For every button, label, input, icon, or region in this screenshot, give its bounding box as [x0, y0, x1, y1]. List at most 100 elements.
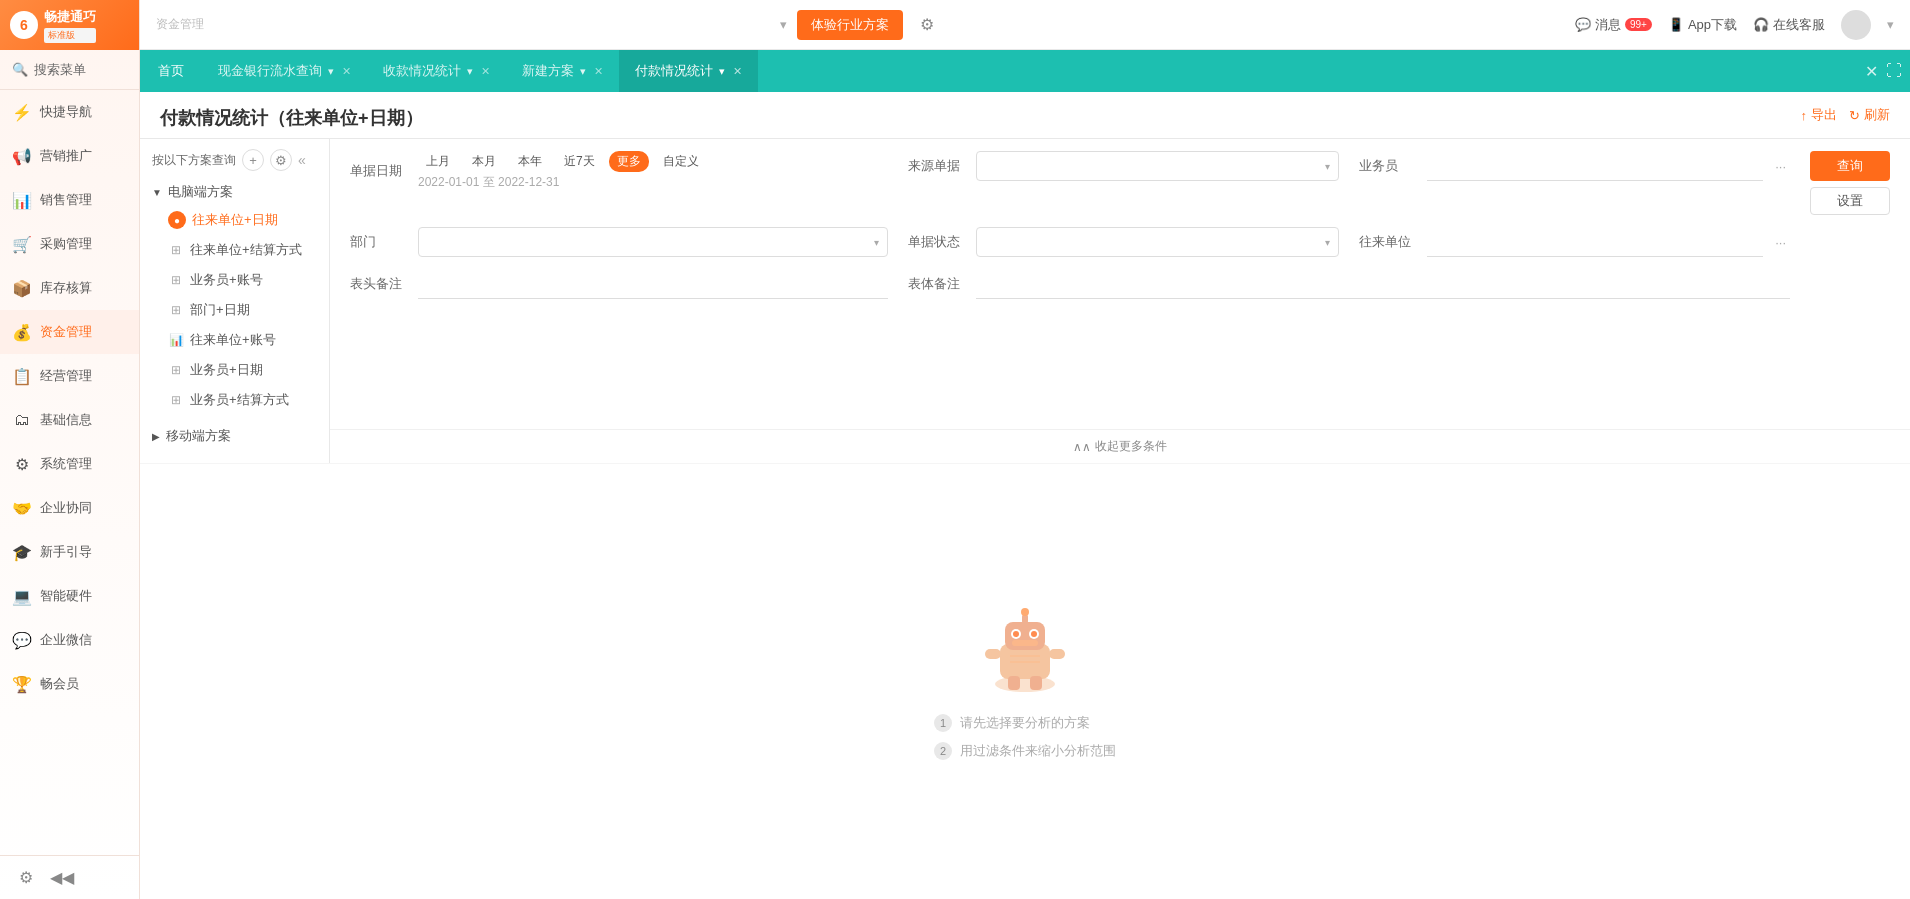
- body-note-label: 表体备注: [908, 275, 968, 293]
- tab-home[interactable]: 首页: [140, 50, 202, 92]
- sidebar-item-marketing[interactable]: 📢 营销推广: [0, 134, 139, 178]
- sidebar-item-inventory[interactable]: 📦 库存核算: [0, 266, 139, 310]
- empty-tips: 1 请先选择要分析的方案 2 用过滤条件来缩小分析范围: [934, 714, 1116, 760]
- partner-input[interactable]: [1427, 227, 1763, 257]
- sidebar-item-enterprise[interactable]: 🤝 企业协同: [0, 486, 139, 530]
- operations-icon: 📋: [12, 366, 32, 386]
- tab-dropdown-arrow[interactable]: ▾: [719, 65, 725, 78]
- date-opt-custom[interactable]: 自定义: [655, 151, 707, 172]
- scheme-item-salesman-date[interactable]: ⊞ 业务员+日期: [140, 355, 329, 385]
- edition-badge: 标准版: [44, 28, 96, 43]
- sidebar-item-label: 资金管理: [40, 323, 92, 341]
- sidebar-item-label: 库存核算: [40, 279, 92, 297]
- date-opt-this-year[interactable]: 本年: [510, 151, 550, 172]
- topbar-settings-btn[interactable]: ⚙: [913, 11, 941, 39]
- query-btn[interactable]: 查询: [1810, 151, 1890, 181]
- scheme-mobile-group-title[interactable]: ▶ 移动端方案: [140, 423, 329, 449]
- industry-btn[interactable]: 体验行业方案: [797, 10, 903, 40]
- online-service-btn[interactable]: 🎧 在线客服: [1753, 16, 1825, 34]
- messages-btn[interactable]: 💬 消息 99+: [1575, 16, 1652, 34]
- scheme-chart-icon: 📊: [168, 332, 184, 348]
- sidebar-item-label: 企业微信: [40, 631, 92, 649]
- sidebar-item-sales[interactable]: 📊 销售管理: [0, 178, 139, 222]
- sidebar-item-operations[interactable]: 📋 经营管理: [0, 354, 139, 398]
- search-menu-btn[interactable]: 🔍 搜索菜单: [0, 50, 139, 90]
- refresh-btn[interactable]: ↻ 刷新: [1849, 106, 1890, 124]
- sidebar-item-guide[interactable]: 🎓 新手引导: [0, 530, 139, 574]
- sidebar-item-hardware[interactable]: 💻 智能硬件: [0, 574, 139, 618]
- export-btn[interactable]: ↑ 导出: [1801, 106, 1838, 124]
- tab-receipts[interactable]: 收款情况统计 ▾ ✕: [367, 50, 506, 92]
- filter-form: 单据日期 上月 本月 本年 近7天 更多 自定义 20: [330, 139, 1910, 429]
- date-opt-more[interactable]: 更多: [609, 151, 649, 172]
- refresh-label: 刷新: [1864, 106, 1890, 124]
- date-opt-last-month[interactable]: 上月: [418, 151, 458, 172]
- dept-label: 部门: [350, 233, 410, 251]
- filter-row-2: 部门 ▾ 单据状态 ▾: [350, 227, 1890, 257]
- tab-new-scheme[interactable]: 新建方案 ▾ ✕: [506, 50, 619, 92]
- partner-dots-btn[interactable]: ···: [1771, 235, 1790, 250]
- status-select[interactable]: ▾: [976, 227, 1339, 257]
- tab-dropdown-arrow[interactable]: ▾: [467, 65, 473, 78]
- salesman-input[interactable]: [1427, 151, 1763, 181]
- sidebar-item-basic-info[interactable]: 🗂 基础信息: [0, 398, 139, 442]
- scheme-panel-title: 按以下方案查询: [152, 152, 236, 169]
- app-download-btn[interactable]: 📱 App下载: [1668, 16, 1737, 34]
- scheme-item-partner-settle[interactable]: ⊞ 往来单位+结算方式: [140, 235, 329, 265]
- scheme-settings-btn[interactable]: ⚙: [270, 149, 292, 171]
- date-label: 单据日期: [350, 162, 410, 180]
- tab-close-btn[interactable]: ✕: [481, 65, 490, 78]
- scheme-item-label: 业务员+结算方式: [190, 391, 289, 409]
- scheme-item-salesman-account[interactable]: ⊞ 业务员+账号: [140, 265, 329, 295]
- salesman-dots-btn[interactable]: ···: [1771, 159, 1790, 174]
- sidebar-item-membership[interactable]: 🏆 畅会员: [0, 662, 139, 706]
- content-area: 付款情况统计（往来单位+日期） ↑ 导出 ↻ 刷新 按以下方案查询 + ⚙: [140, 92, 1910, 899]
- quick-nav-icon: ⚡: [12, 102, 32, 122]
- logo-text: 畅捷通巧 标准版: [44, 8, 96, 43]
- tab-payment-stats[interactable]: 付款情况统计 ▾ ✕: [619, 50, 758, 92]
- scheme-item-salesman-settle[interactable]: ⊞ 业务员+结算方式: [140, 385, 329, 415]
- date-opt-7days[interactable]: 近7天: [556, 151, 603, 172]
- source-select[interactable]: ▾: [976, 151, 1339, 181]
- system-icon: ⚙: [12, 454, 32, 474]
- tab-dropdown-arrow[interactable]: ▾: [328, 65, 334, 78]
- svg-point-5: [1013, 631, 1019, 637]
- tab-close-btn[interactable]: ✕: [733, 65, 742, 78]
- sidebar-item-label: 畅会员: [40, 675, 79, 693]
- tabbar-right-actions: ✕ ⛶: [1865, 62, 1910, 81]
- scheme-item-dept-date[interactable]: ⊞ 部门+日期: [140, 295, 329, 325]
- main-content: 资金管理 ▾ 体验行业方案 ⚙ 💬 消息 99+ 📱 App下载 🎧 在线客服 …: [140, 0, 1910, 899]
- scheme-collapse-btn[interactable]: «: [298, 152, 306, 168]
- source-label: 来源单据: [908, 157, 968, 175]
- tab-close-btn[interactable]: ✕: [342, 65, 351, 78]
- enterprise-icon: 🤝: [12, 498, 32, 518]
- date-range: 2022-01-01 至 2022-12-31: [418, 174, 707, 191]
- sidebar-item-purchase[interactable]: 🛒 采购管理: [0, 222, 139, 266]
- sidebar-item-quick-nav[interactable]: ⚡ 快捷导航: [0, 90, 139, 134]
- scheme-desktop-group-title[interactable]: ▼ 电脑端方案: [140, 179, 329, 205]
- app-name: 畅捷通巧: [44, 8, 96, 26]
- collapse-label: 收起更多条件: [1095, 438, 1167, 455]
- sidebar-item-system[interactable]: ⚙ 系统管理: [0, 442, 139, 486]
- body-note-input[interactable]: [976, 269, 1790, 299]
- date-field: 单据日期 上月 本月 本年 近7天 更多 自定义 20: [350, 151, 888, 191]
- date-opt-this-month[interactable]: 本月: [464, 151, 504, 172]
- sidebar-item-wechat[interactable]: 💬 企业微信: [0, 618, 139, 662]
- scheme-item-partner-account[interactable]: 📊 往来单位+账号: [140, 325, 329, 355]
- header-note-input[interactable]: [418, 269, 888, 299]
- sidebar-item-capital[interactable]: 💰 资金管理: [0, 310, 139, 354]
- filter-settings-btn[interactable]: 设置: [1810, 187, 1890, 215]
- filter-collapse-bar[interactable]: ∧∧ 收起更多条件: [330, 429, 1910, 463]
- scheme-item-partner-date[interactable]: ● 往来单位+日期: [140, 205, 329, 235]
- tab-maximize-btn[interactable]: ⛶: [1886, 62, 1902, 80]
- tab-dropdown-arrow[interactable]: ▾: [580, 65, 586, 78]
- user-avatar[interactable]: [1841, 10, 1871, 40]
- tab-cash-flow[interactable]: 现金银行流水查询 ▾ ✕: [202, 50, 367, 92]
- collapse-sidebar-btn[interactable]: ◀◀: [48, 864, 76, 892]
- tab-close-btn[interactable]: ✕: [594, 65, 603, 78]
- tab-close-all-btn[interactable]: ✕: [1865, 62, 1878, 81]
- settings-footer-btn[interactable]: ⚙: [12, 864, 40, 892]
- user-dropdown-arrow[interactable]: ▾: [1887, 17, 1894, 32]
- dept-select[interactable]: ▾: [418, 227, 888, 257]
- scheme-add-btn[interactable]: +: [242, 149, 264, 171]
